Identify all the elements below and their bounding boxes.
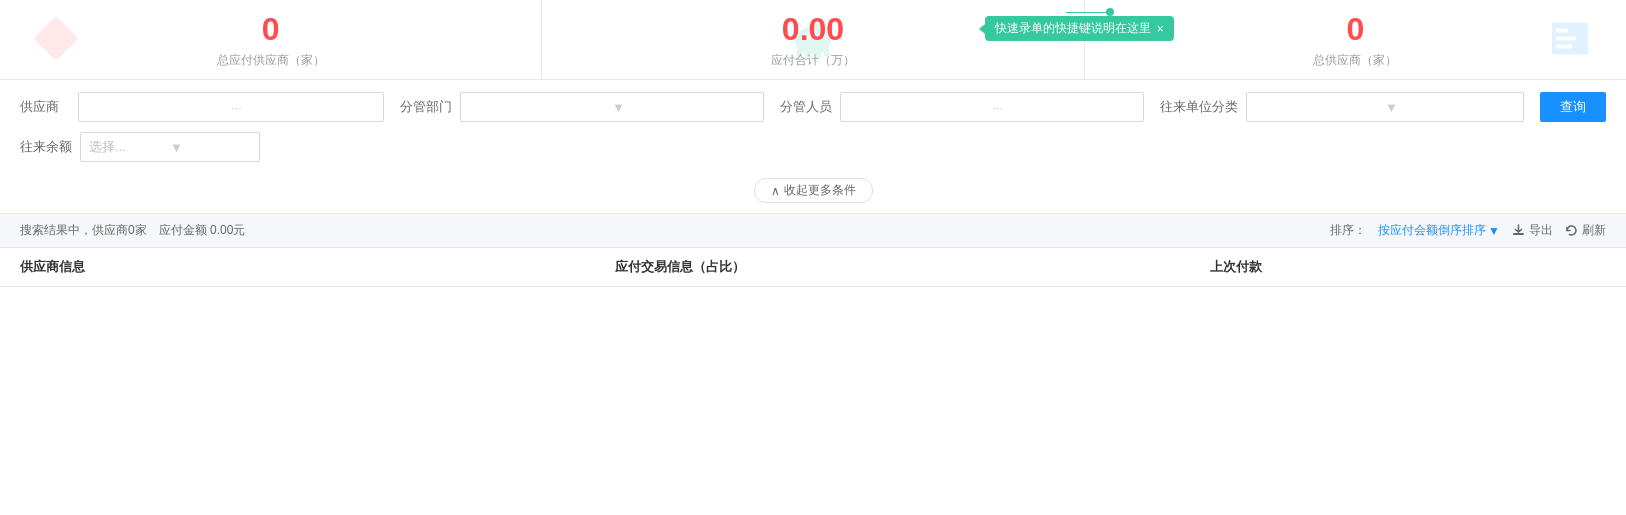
sort-select[interactable]: 按应付会额倒序排序 ▼: [1378, 222, 1500, 239]
blueprint-icon: [1544, 12, 1596, 64]
sort-label: 排序：: [1330, 222, 1366, 239]
supplier-label: 供应商: [20, 98, 70, 116]
person-input[interactable]: ···: [840, 92, 1144, 122]
search-row-1: 供应商 ··· 分管部门 ▼ 分管人员 ··· 往来单位分类: [20, 92, 1606, 122]
result-amount-text: 应付金额 0.00元: [159, 222, 246, 239]
query-button[interactable]: 查询: [1540, 92, 1606, 122]
department-arrow: ▼: [612, 100, 755, 115]
export-button[interactable]: 导出: [1512, 222, 1553, 239]
search-row-2: 往来余额 选择... ▼: [20, 132, 1606, 162]
result-bar: 搜索结果中，供应商0家 应付金额 0.00元 排序： 按应付会额倒序排序 ▼ 导…: [0, 214, 1626, 248]
diamond-icon: ¥: [30, 12, 82, 64]
supplier-input[interactable]: ···: [78, 92, 384, 122]
supplier-field: 供应商 ···: [20, 92, 384, 122]
tooltip-container: 快速录单的快捷键说明在这里 ×: [1066, 8, 1114, 16]
tooltip-bubble: 快速录单的快捷键说明在这里 ×: [985, 16, 1174, 41]
balance-arrow: ▼: [170, 140, 251, 155]
stat-payable-total: 0.00 应付合计（万） 快速录单的快捷键说明在这里 ×: [542, 0, 1084, 79]
supplier-dots-btn[interactable]: ···: [231, 100, 375, 115]
export-icon: [1512, 224, 1525, 237]
tooltip-dot: [1106, 8, 1114, 16]
stat-total-payable-suppliers: ¥ 0 总应付供应商（家）: [0, 0, 542, 79]
collapse-button[interactable]: ∧ 收起更多条件: [754, 178, 873, 203]
svg-rect-13: [1513, 233, 1524, 235]
unit-arrow: ▼: [1385, 100, 1515, 115]
stat-total-payable-number: 0: [217, 10, 325, 48]
svg-text:¥: ¥: [52, 29, 60, 45]
result-actions: 排序： 按应付会额倒序排序 ▼ 导出 刷新: [1330, 222, 1606, 239]
sort-value: 按应付会额倒序排序: [1378, 222, 1486, 239]
svg-rect-10: [1556, 28, 1568, 32]
refresh-icon: [1565, 224, 1578, 237]
collapse-label: 收起更多条件: [784, 182, 856, 199]
col-last-payment-header: 上次付款: [1210, 258, 1607, 276]
department-label: 分管部门: [400, 98, 452, 116]
unit-label: 往来单位分类: [1160, 98, 1238, 116]
tooltip-text: 快速录单的快捷键说明在这里: [995, 20, 1151, 37]
svg-rect-12: [1556, 44, 1572, 48]
person-label: 分管人员: [780, 98, 832, 116]
balance-select[interactable]: 选择... ▼: [80, 132, 260, 162]
col-supplier-header: 供应商信息: [20, 258, 615, 276]
person-dots-btn[interactable]: ···: [992, 100, 1135, 115]
balance-field: 往来余额 选择... ▼: [20, 132, 280, 162]
tooltip-line: [1066, 12, 1106, 13]
stat-payable-total-number: 0.00: [771, 10, 855, 48]
result-suppliers-text: 搜索结果中，供应商0家: [20, 222, 147, 239]
svg-rect-11: [1556, 36, 1576, 40]
refresh-button[interactable]: 刷新: [1565, 222, 1606, 239]
unit-input[interactable]: ▼: [1246, 92, 1524, 122]
col-transaction-header: 应付交易信息（占比）: [615, 258, 1210, 276]
balance-placeholder: 选择...: [89, 138, 170, 156]
stat-total-suppliers-label: 总供应商（家）: [1313, 52, 1397, 69]
collapse-bar: ∧ 收起更多条件: [20, 172, 1606, 213]
tooltip-close-btn[interactable]: ×: [1157, 22, 1164, 36]
stat-total-payable-label: 总应付供应商（家）: [217, 52, 325, 69]
balance-label: 往来余额: [20, 138, 72, 156]
table-body: [0, 287, 1626, 515]
department-input[interactable]: ▼: [460, 92, 764, 122]
person-field: 分管人员 ···: [780, 92, 1144, 122]
stat-total-suppliers-number: 0: [1313, 10, 1397, 48]
search-bar: 供应商 ··· 分管部门 ▼ 分管人员 ··· 往来单位分类: [0, 80, 1626, 214]
stat-payable-total-label: 应付合计（万）: [771, 52, 855, 69]
department-field: 分管部门 ▼: [400, 92, 764, 122]
refresh-label: 刷新: [1582, 222, 1606, 239]
table-header: 供应商信息 应付交易信息（占比） 上次付款: [0, 248, 1626, 287]
result-info: 搜索结果中，供应商0家 应付金额 0.00元: [20, 222, 245, 239]
collapse-chevron: ∧: [771, 184, 780, 198]
sort-arrow: ▼: [1488, 224, 1500, 238]
unit-field: 往来单位分类 ▼: [1160, 92, 1524, 122]
export-label: 导出: [1529, 222, 1553, 239]
top-stats-bar: ¥ 0 总应付供应商（家） 0.00 应付合计（万）: [0, 0, 1626, 80]
